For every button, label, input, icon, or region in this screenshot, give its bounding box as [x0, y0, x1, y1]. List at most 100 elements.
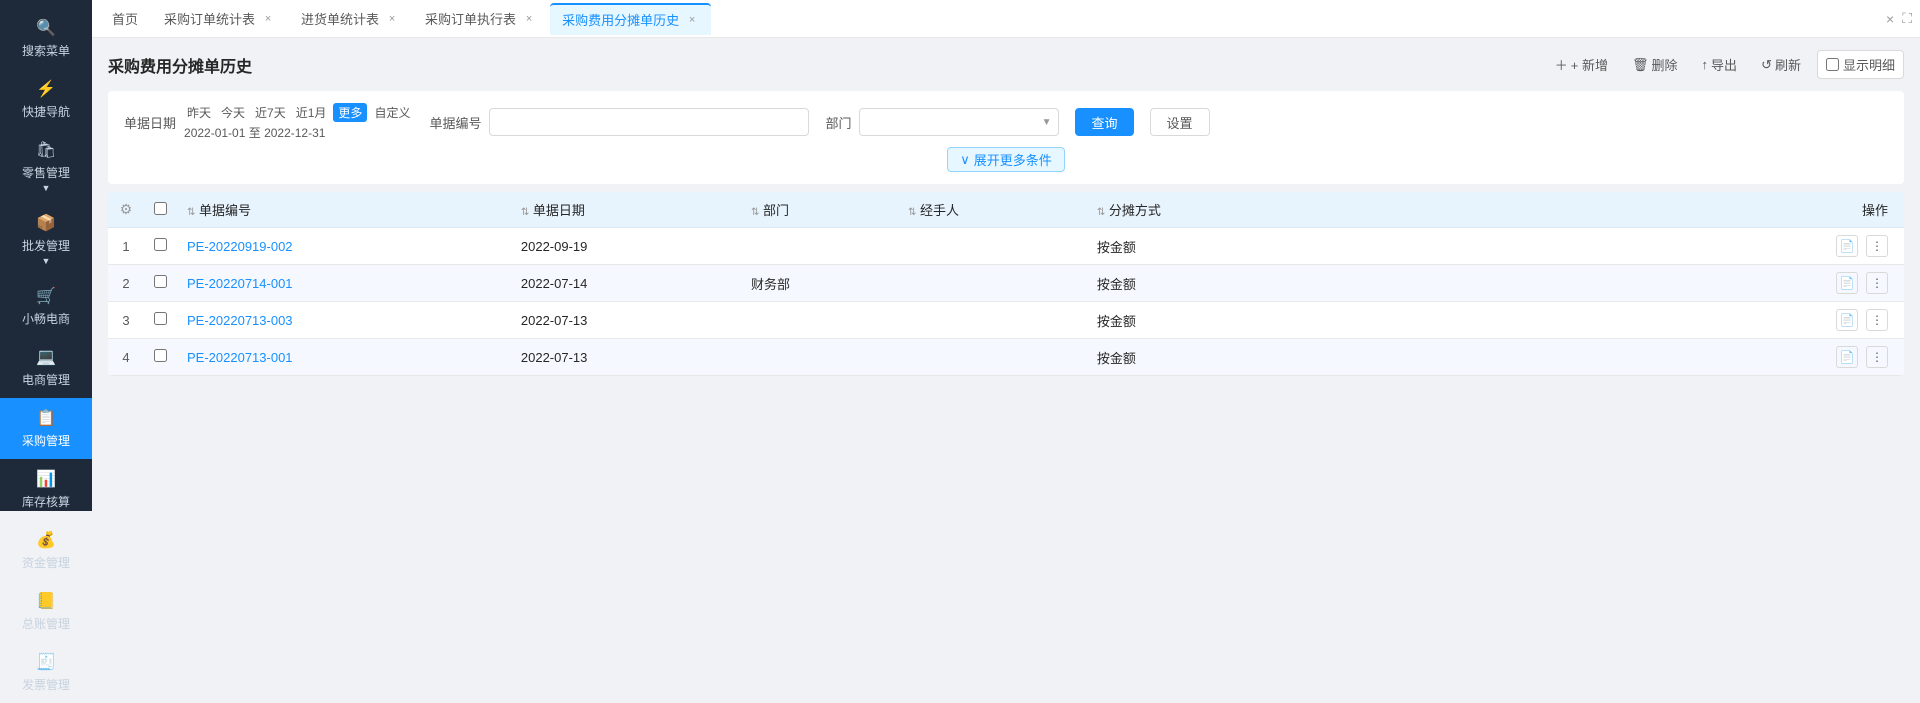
more-action-icon[interactable]: ⋮ — [1866, 272, 1888, 294]
sort-icon: ⇅ — [521, 207, 529, 218]
view-icon[interactable]: 📄 — [1836, 346, 1858, 368]
export-button[interactable]: ↑ 导出 — [1694, 51, 1746, 78]
purchase-icon: 📋 — [36, 408, 56, 428]
col-actions-header: 操作 — [1687, 192, 1904, 228]
export-icon: ↑ — [1702, 57, 1709, 72]
expand-button[interactable]: ∨ 展开更多条件 — [947, 147, 1065, 172]
date-cell: 2022-07-13 — [511, 339, 741, 376]
ecommerce-small-icon: 🛒 — [36, 286, 56, 306]
view-icon[interactable]: 📄 — [1836, 309, 1858, 331]
row-checkbox[interactable] — [154, 349, 167, 362]
sidebar-item-invoice[interactable]: 🧾 发票管理 — [0, 642, 92, 703]
refresh-button[interactable]: ↺ 刷新 — [1753, 51, 1809, 78]
data-table: ⚙ ⇅ 单据编号 ⇅ 单据日期 — [108, 192, 1904, 376]
dept-select-wrap: ▼ — [859, 108, 1059, 136]
today-btn[interactable]: 今天 — [218, 103, 248, 122]
sidebar-item-ledger[interactable]: 📒 总账管理 — [0, 581, 92, 642]
sidebar-item-finance[interactable]: 💰 资金管理 — [0, 520, 92, 581]
tab-inbound-stats[interactable]: 进货单统计表 × — [289, 3, 411, 35]
more-action-icon[interactable]: ⋮ — [1866, 235, 1888, 257]
date-cell: 2022-07-14 — [511, 265, 741, 302]
more-action-icon[interactable]: ⋮ — [1866, 309, 1888, 331]
more-btn[interactable]: 更多 — [333, 103, 367, 122]
sidebar-item-quicknav[interactable]: ⚡ 快捷导航 — [0, 69, 92, 130]
sidebar-item-purchase[interactable]: 📋 采购管理 — [0, 398, 92, 459]
sidebar-item-wholesale[interactable]: 📦 批发管理 ▼ — [0, 203, 92, 276]
date-shortcuts-wrap: 昨天 今天 近7天 近1月 更多 自定义 2022-01-01 至 2022-1… — [184, 103, 413, 141]
search-area: 单据日期 昨天 今天 近7天 近1月 更多 自定义 2022-01-01 至 2… — [108, 91, 1904, 184]
tab-home[interactable]: 首页 — [100, 3, 150, 35]
col-doc-no-header: ⇅ 单据编号 — [177, 192, 511, 228]
maximize-icon[interactable]: ⛶ — [1902, 10, 1912, 27]
show-col-button[interactable]: 显示明细 — [1817, 50, 1904, 79]
col-method-header: ⇅ 分摊方式 — [1087, 192, 1687, 228]
date-cell: 2022-09-19 — [511, 228, 741, 265]
dept-label: 部门 — [825, 113, 851, 132]
search-row: 单据日期 昨天 今天 近7天 近1月 更多 自定义 2022-01-01 至 2… — [124, 103, 1888, 141]
refresh-icon: ↺ — [1761, 57, 1772, 73]
content-area: 采购费用分摊单历史 ＋ + 新增 🗑 删除 ↑ 导出 ↺ 刷新 — [92, 38, 1920, 511]
method-cell: 按金额 — [1087, 228, 1687, 265]
retail-icon: 🛍 — [36, 140, 56, 160]
show-col-checkbox[interactable] — [1826, 58, 1839, 71]
col-checkbox-header — [144, 192, 177, 228]
search-button[interactable]: 查询 — [1075, 108, 1133, 136]
add-button[interactable]: ＋ + 新增 — [1547, 51, 1616, 78]
row-checkbox[interactable] — [154, 275, 167, 288]
close-icon[interactable]: × — [522, 12, 536, 26]
col-handler-header: ⇅ 经手人 — [898, 192, 1087, 228]
col-dept-header: ⇅ 部门 — [741, 192, 898, 228]
settings-cog-icon[interactable]: ⚙ — [120, 201, 133, 217]
yesterday-btn[interactable]: 昨天 — [184, 103, 214, 122]
sidebar-item-ecommerce[interactable]: 💻 电商管理 — [0, 337, 92, 398]
sidebar-item-search[interactable]: 🔍 搜索菜单 — [0, 8, 92, 69]
doc-no-link[interactable]: PE-20220713-003 — [187, 313, 293, 328]
row-num: 2 — [108, 265, 144, 302]
close-icon[interactable]: × — [261, 12, 275, 26]
select-all-checkbox[interactable] — [154, 202, 167, 215]
handler-cell — [898, 339, 1087, 376]
settings-button[interactable]: 设置 — [1150, 108, 1210, 136]
doc-no-input[interactable] — [489, 108, 809, 136]
chevron-down-icon: ▼ — [42, 256, 51, 266]
doc-no-cell: PE-20220713-003 — [177, 302, 511, 339]
sidebar-item-ecommerce-small[interactable]: 🛒 小畅电商 — [0, 276, 92, 337]
view-icon[interactable]: 📄 — [1836, 272, 1858, 294]
chevron-down-icon: ∨ — [960, 152, 970, 168]
close-icon[interactable]: × — [685, 13, 699, 27]
close-all-icon[interactable]: × — [1886, 11, 1894, 27]
sort-icon: ⇅ — [187, 207, 195, 218]
sidebar-item-retail[interactable]: 🛍 零售管理 ▼ — [0, 130, 92, 203]
ecommerce-icon: 💻 — [36, 347, 56, 367]
last7-btn[interactable]: 近7天 — [252, 103, 289, 122]
row-checkbox[interactable] — [154, 238, 167, 251]
actions-cell: 📄 ⋮ — [1687, 228, 1904, 265]
dept-cell — [741, 339, 898, 376]
quicknav-icon: ⚡ — [36, 79, 56, 99]
dept-input[interactable] — [859, 108, 1059, 136]
sort-icon: ⇅ — [1097, 207, 1105, 218]
row-checkbox-cell — [144, 228, 177, 265]
date-cell: 2022-07-13 — [511, 302, 741, 339]
table-row: 4 PE-20220713-001 2022-07-13 按金额 📄 — [108, 339, 1904, 376]
more-action-icon[interactable]: ⋮ — [1866, 346, 1888, 368]
doc-no-link[interactable]: PE-20220919-002 — [187, 239, 293, 254]
inventory-icon: 📊 — [36, 469, 56, 489]
search-icon: 🔍 — [36, 18, 56, 38]
doc-no-link[interactable]: PE-20220713-001 — [187, 350, 293, 365]
view-icon[interactable]: 📄 — [1836, 235, 1858, 257]
tab-purchase-exec[interactable]: 采购订单执行表 × — [413, 3, 548, 35]
doc-no-link[interactable]: PE-20220714-001 — [187, 276, 293, 291]
close-icon[interactable]: × — [385, 12, 399, 26]
method-cell: 按金额 — [1087, 302, 1687, 339]
last1m-btn[interactable]: 近1月 — [293, 103, 330, 122]
tab-purchase-order-stats[interactable]: 采购订单统计表 × — [152, 3, 287, 35]
actions-cell: 📄 ⋮ — [1687, 265, 1904, 302]
tab-expense-history[interactable]: 采购费用分摊单历史 × — [550, 3, 711, 35]
tab-bar: 首页 采购订单统计表 × 进货单统计表 × 采购订单执行表 × 采购费用分摊单历… — [92, 0, 1920, 38]
custom-btn[interactable]: 自定义 — [371, 103, 413, 122]
row-checkbox[interactable] — [154, 312, 167, 325]
table-row: 3 PE-20220713-003 2022-07-13 按金额 📄 — [108, 302, 1904, 339]
row-num: 1 — [108, 228, 144, 265]
delete-button[interactable]: 🗑 删除 — [1624, 51, 1686, 78]
